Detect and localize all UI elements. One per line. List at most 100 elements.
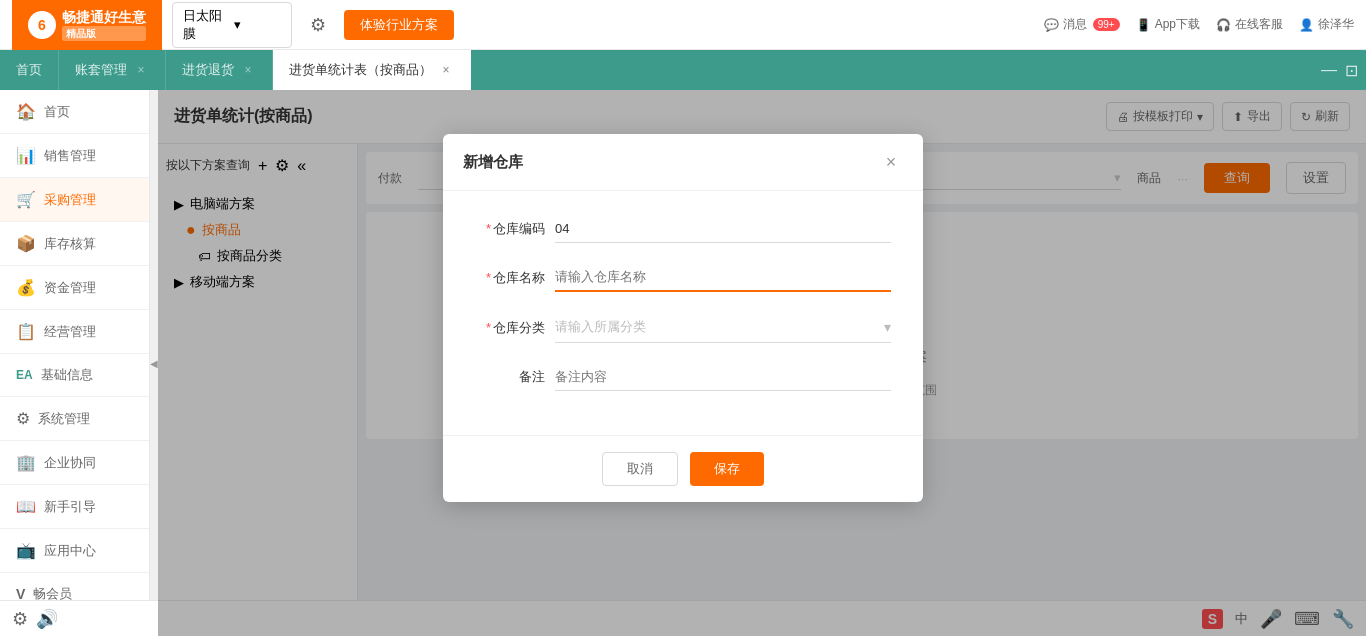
tab-purchase-return-label: 进货退货 xyxy=(182,61,234,79)
form-row-name: 仓库名称 xyxy=(475,263,891,292)
user-item[interactable]: 👤 徐泽华 xyxy=(1299,16,1354,33)
guide-icon: 📖 xyxy=(16,497,36,516)
sidebar-label-apps: 应用中心 xyxy=(44,542,96,560)
sidebar-item-inventory[interactable]: 📦 库存核算 xyxy=(0,222,149,266)
purchase-icon: 🛒 xyxy=(16,190,36,209)
tab-purchase-return-close[interactable]: × xyxy=(240,62,256,78)
sidebar-label-basic-info: 基础信息 xyxy=(41,366,93,384)
tab-home-label: 首页 xyxy=(16,61,42,79)
category-placeholder: 请输入所属分类 xyxy=(555,318,646,336)
tab-purchase-stats[interactable]: 进货单统计表（按商品） × xyxy=(273,50,471,90)
avatar-icon: 👤 xyxy=(1299,18,1314,32)
category-select[interactable]: 请输入所属分类 ▾ xyxy=(555,312,891,343)
app-download-item[interactable]: 📱 App下载 xyxy=(1136,16,1200,33)
logo-icon: 6 xyxy=(28,11,56,39)
app-download-label: App下载 xyxy=(1155,16,1200,33)
chevron-down-icon: ▾ xyxy=(234,17,281,32)
operations-icon: 📋 xyxy=(16,322,36,341)
user-name: 徐泽华 xyxy=(1318,16,1354,33)
save-button[interactable]: 保存 xyxy=(690,452,764,486)
tab-minimize-button[interactable]: — xyxy=(1321,61,1337,79)
volume-icon[interactable]: 🔊 xyxy=(36,608,58,630)
remark-label: 备注 xyxy=(475,368,555,386)
logo-main: 畅捷通好生意 xyxy=(62,8,146,26)
tab-actions: — ⊡ xyxy=(1313,61,1366,80)
message-icon: 💬 xyxy=(1044,18,1059,32)
tab-expand-button[interactable]: ⊡ xyxy=(1345,61,1358,80)
code-label: 仓库编码 xyxy=(475,220,555,238)
form-row-category: 仓库分类 请输入所属分类 ▾ xyxy=(475,312,891,343)
dialog-body: 仓库编码 仓库名称 仓库分类 请输入所属分类 ▾ 备注 xyxy=(443,191,923,435)
home-icon: 🏠 xyxy=(16,102,36,121)
sidebar-label-sales: 销售管理 xyxy=(44,147,96,165)
sidebar-label-operations: 经营管理 xyxy=(44,323,96,341)
messages-label: 消息 xyxy=(1063,16,1087,33)
logo-text: 畅捷通好生意 精品版 xyxy=(62,8,146,41)
select-arrow-icon: ▾ xyxy=(884,319,891,335)
sidebar-item-apps[interactable]: 📺 应用中心 xyxy=(0,529,149,573)
inventory-icon: 📦 xyxy=(16,234,36,253)
online-service-item[interactable]: 🎧 在线客服 xyxy=(1216,16,1283,33)
collapse-icon: ◀ xyxy=(150,358,158,369)
messages-badge: 99+ xyxy=(1093,18,1120,31)
sidebar-label-guide: 新手引导 xyxy=(44,498,96,516)
cancel-button[interactable]: 取消 xyxy=(602,452,678,486)
settings-button[interactable]: ⚙ xyxy=(302,9,334,41)
sidebar-label-purchase: 采购管理 xyxy=(44,191,96,209)
dialog-close-button[interactable]: × xyxy=(879,150,903,174)
finance-icon: 💰 xyxy=(16,278,36,297)
code-input[interactable] xyxy=(555,215,891,243)
sidebar-item-home[interactable]: 🏠 首页 xyxy=(0,90,149,134)
sidebar-collapse[interactable]: ◀ xyxy=(150,90,158,636)
tab-bar: 首页 账套管理 × 进货退货 × 进货单统计表（按商品） × — ⊡ xyxy=(0,50,1366,90)
sidebar-item-guide[interactable]: 📖 新手引导 xyxy=(0,485,149,529)
messages-item[interactable]: 💬 消息 99+ xyxy=(1044,16,1120,33)
name-label: 仓库名称 xyxy=(475,269,555,287)
sidebar-item-basic-info[interactable]: EA 基础信息 xyxy=(0,354,149,397)
system-icon: ⚙ xyxy=(16,409,30,428)
sidebar-item-system[interactable]: ⚙ 系统管理 xyxy=(0,397,149,441)
new-warehouse-dialog: 新增仓库 × 仓库编码 仓库名称 仓库分类 请输入所属分类 ▾ 备注 取消 xyxy=(443,134,923,502)
dialog-footer: 取消 保存 xyxy=(443,435,923,502)
logo-badge: 精品版 xyxy=(62,26,146,41)
name-input[interactable] xyxy=(555,263,891,292)
tab-home[interactable]: 首页 xyxy=(0,50,59,90)
app-icon: 📱 xyxy=(1136,18,1151,32)
online-service-label: 在线客服 xyxy=(1235,16,1283,33)
top-bar: 6 畅捷通好生意 精品版 日太阳膜 ▾ ⚙ 体验行业方案 💬 消息 99+ 📱 … xyxy=(0,0,1366,50)
sidebar-label-home: 首页 xyxy=(44,103,70,121)
sidebar-item-sales[interactable]: 📊 销售管理 xyxy=(0,134,149,178)
settings-bottom-icon[interactable]: ⚙ xyxy=(12,608,28,630)
sidebar-item-operations[interactable]: 📋 经营管理 xyxy=(0,310,149,354)
headset-icon: 🎧 xyxy=(1216,18,1231,32)
category-label: 仓库分类 xyxy=(475,319,555,337)
dialog-title: 新增仓库 xyxy=(463,153,523,172)
bottom-left: ⚙ 🔊 xyxy=(12,608,58,630)
apps-icon: 📺 xyxy=(16,541,36,560)
dialog-header: 新增仓库 × xyxy=(443,134,923,191)
logo-area: 6 畅捷通好生意 精品版 xyxy=(12,0,162,50)
store-selector[interactable]: 日太阳膜 ▾ xyxy=(172,2,292,48)
form-row-remark: 备注 xyxy=(475,363,891,391)
sidebar-label-enterprise: 企业协同 xyxy=(44,454,96,472)
top-right-actions: 💬 消息 99+ 📱 App下载 🎧 在线客服 👤 徐泽华 xyxy=(1044,16,1354,33)
store-name: 日太阳膜 xyxy=(183,7,230,43)
tab-purchase-stats-label: 进货单统计表（按商品） xyxy=(289,61,432,79)
basic-info-icon: EA xyxy=(16,368,33,382)
remark-input[interactable] xyxy=(555,363,891,391)
tab-accounts-label: 账套管理 xyxy=(75,61,127,79)
sidebar-item-finance[interactable]: 💰 资金管理 xyxy=(0,266,149,310)
sidebar-item-enterprise[interactable]: 🏢 企业协同 xyxy=(0,441,149,485)
tab-purchase-stats-close[interactable]: × xyxy=(438,62,454,78)
sidebar: 🏠 首页 📊 销售管理 🛒 采购管理 📦 库存核算 💰 资金管理 📋 经营管理 … xyxy=(0,90,150,636)
experience-button[interactable]: 体验行业方案 xyxy=(344,10,454,40)
sidebar-label-system: 系统管理 xyxy=(38,410,90,428)
form-row-code: 仓库编码 xyxy=(475,215,891,243)
tab-purchase-return[interactable]: 进货退货 × xyxy=(166,50,273,90)
tab-accounts-close[interactable]: × xyxy=(133,62,149,78)
sidebar-label-inventory: 库存核算 xyxy=(44,235,96,253)
sidebar-item-purchase[interactable]: 🛒 采购管理 xyxy=(0,178,149,222)
sidebar-label-finance: 资金管理 xyxy=(44,279,96,297)
tab-accounts[interactable]: 账套管理 × xyxy=(59,50,166,90)
enterprise-icon: 🏢 xyxy=(16,453,36,472)
